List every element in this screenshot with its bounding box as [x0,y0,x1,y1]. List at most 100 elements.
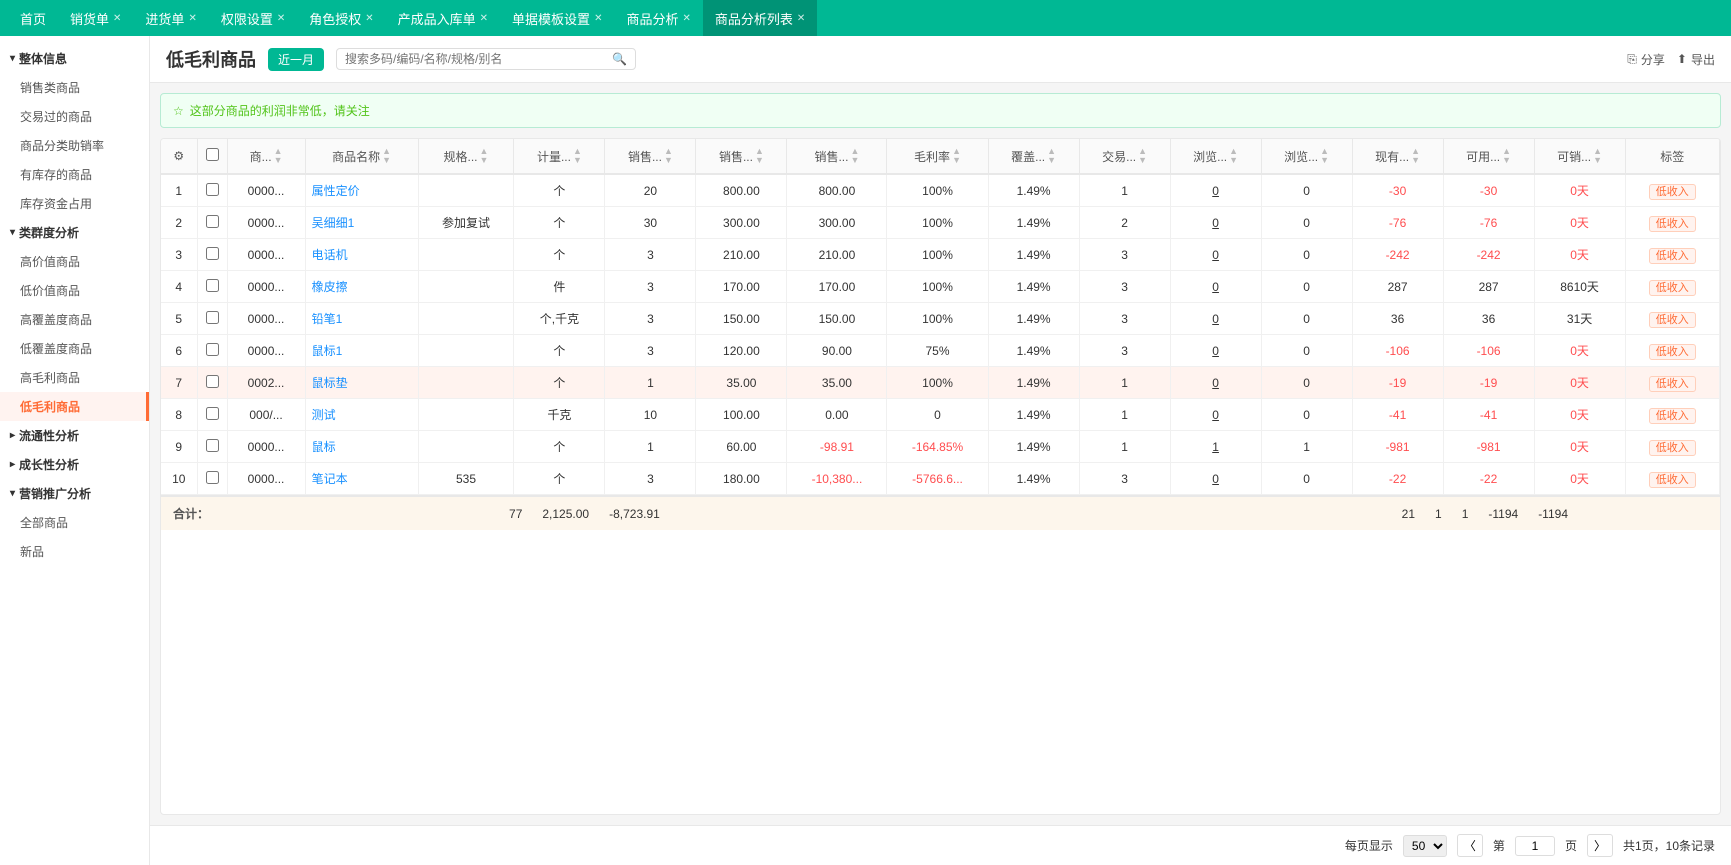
nav-close-purchase[interactable]: ✕ [188,13,196,24]
row-checkbox[interactable] [197,463,227,495]
nav-analysis[interactable]: 商品分析 ✕ [614,0,702,36]
date-filter-button[interactable]: 近一月 [268,48,324,71]
sidebar-item-category-rate[interactable]: 商品分类助销率 [0,131,149,160]
nav-close-analysis-list[interactable]: ✕ [797,13,805,24]
nav-close-analysis[interactable]: ✕ [682,13,690,24]
row-checkbox[interactable] [197,303,227,335]
sidebar-group-growth[interactable]: ▸ 成长性分析 [0,450,149,479]
nav-close-permission[interactable]: ✕ [277,13,285,24]
sidebar-item-high-value[interactable]: 高价值商品 [0,247,149,276]
sidebar-group-overview[interactable]: ▾ 整体信息 [0,44,149,73]
sidebar-item-low-coverage[interactable]: 低覆盖度商品 [0,334,149,363]
sidebar-item-capital[interactable]: 库存资金占用 [0,189,149,218]
sort-icon-name[interactable]: ▲▼ [382,147,391,165]
sort-icon-sale-amount[interactable]: ▲▼ [850,147,859,165]
row-name[interactable]: 笔记本 [305,463,418,495]
sidebar-item-high-margin[interactable]: 高毛利商品 [0,363,149,392]
nav-permission[interactable]: 权限设置 ✕ [209,0,297,36]
row-name[interactable]: 吴细细1 [305,207,418,239]
per-page-select[interactable]: 50 [1403,835,1447,857]
row-name[interactable]: 鼠标1 [305,335,418,367]
settings-icon[interactable]: ⚙ [173,149,184,163]
row-select-checkbox[interactable] [206,343,219,356]
row-checkbox[interactable] [197,335,227,367]
sidebar-group-marketing[interactable]: ▾ 营销推广分析 [0,479,149,508]
search-icon[interactable]: 🔍 [612,52,627,66]
row-select-checkbox[interactable] [206,247,219,260]
select-all-checkbox[interactable] [206,148,219,161]
search-input[interactable] [345,52,612,66]
sidebar-item-sales-goods[interactable]: 销售类商品 [0,73,149,102]
col-settings[interactable]: ⚙ [161,139,197,174]
page-input[interactable] [1515,836,1555,856]
nav-close-role[interactable]: ✕ [365,13,373,24]
row-select-checkbox[interactable] [206,471,219,484]
row-browse1[interactable]: 0 [1170,271,1261,303]
sidebar-item-low-margin[interactable]: 低毛利商品 [0,392,149,421]
row-select-checkbox[interactable] [206,439,219,452]
row-browse1[interactable]: 0 [1170,463,1261,495]
row-browse1[interactable]: 0 [1170,239,1261,271]
sidebar-item-low-value[interactable]: 低价值商品 [0,276,149,305]
prev-page-button[interactable]: 〈 [1457,834,1483,857]
row-browse1[interactable]: 0 [1170,399,1261,431]
row-checkbox[interactable] [197,174,227,207]
nav-sales[interactable]: 销货单 ✕ [58,0,133,36]
sort-icon-browse2[interactable]: ▲▼ [1320,147,1329,165]
nav-product-warehouse[interactable]: 产成品入库单 ✕ [386,0,500,36]
sort-icon-gross-margin[interactable]: ▲▼ [952,147,961,165]
nav-template[interactable]: 单据模板设置 ✕ [500,0,614,36]
share-button[interactable]: ⎘ 分享 [1627,51,1665,68]
row-name[interactable]: 鼠标垫 [305,367,418,399]
sidebar-group-flow[interactable]: ▸ 流通性分析 [0,421,149,450]
sort-icon-unit[interactable]: ▲▼ [573,147,582,165]
sidebar-item-new-goods[interactable]: 新品 [0,537,149,566]
sidebar-item-all-goods[interactable]: 全部商品 [0,508,149,537]
export-button[interactable]: ⬆ 导出 [1677,51,1715,68]
row-browse1[interactable]: 1 [1170,431,1261,463]
nav-role[interactable]: 角色授权 ✕ [297,0,385,36]
nav-home[interactable]: 首页 [8,0,58,36]
sort-icon-sellable[interactable]: ▲▼ [1593,147,1602,165]
row-select-checkbox[interactable] [206,215,219,228]
row-checkbox[interactable] [197,431,227,463]
sidebar-item-in-stock[interactable]: 有库存的商品 [0,160,149,189]
row-browse1[interactable]: 0 [1170,335,1261,367]
nav-analysis-list[interactable]: 商品分析列表 ✕ [703,0,817,36]
sidebar-item-high-coverage[interactable]: 高覆盖度商品 [0,305,149,334]
sort-icon-spec[interactable]: ▲▼ [480,147,489,165]
row-name[interactable]: 鼠标 [305,431,418,463]
sort-icon-sale-qty[interactable]: ▲▼ [664,147,673,165]
row-name[interactable]: 橡皮擦 [305,271,418,303]
row-select-checkbox[interactable] [206,183,219,196]
row-checkbox[interactable] [197,367,227,399]
row-select-checkbox[interactable] [206,311,219,324]
row-checkbox[interactable] [197,399,227,431]
sidebar-item-traded-goods[interactable]: 交易过的商品 [0,102,149,131]
nav-close-template[interactable]: ✕ [594,13,602,24]
row-name[interactable]: 属性定价 [305,174,418,207]
row-browse1[interactable]: 0 [1170,174,1261,207]
row-browse1[interactable]: 0 [1170,367,1261,399]
nav-close-product-warehouse[interactable]: ✕ [480,13,488,24]
row-select-checkbox[interactable] [206,279,219,292]
row-select-checkbox[interactable] [206,407,219,420]
row-name[interactable]: 电话机 [305,239,418,271]
row-checkbox[interactable] [197,239,227,271]
row-name[interactable]: 铅笔1 [305,303,418,335]
sort-icon-browse1[interactable]: ▲▼ [1229,147,1238,165]
row-select-checkbox[interactable] [206,375,219,388]
sort-icon-coverage[interactable]: ▲▼ [1047,147,1056,165]
row-browse1[interactable]: 0 [1170,303,1261,335]
nav-purchase[interactable]: 进货单 ✕ [133,0,208,36]
sidebar-group-cluster[interactable]: ▾ 类群度分析 [0,218,149,247]
row-checkbox[interactable] [197,207,227,239]
nav-close-sales[interactable]: ✕ [113,13,121,24]
next-page-button[interactable]: 〉 [1587,834,1613,857]
sort-icon-sale-price[interactable]: ▲▼ [755,147,764,165]
sort-icon-available[interactable]: ▲▼ [1502,147,1511,165]
sort-icon-current-stock[interactable]: ▲▼ [1411,147,1420,165]
row-name[interactable]: 测试 [305,399,418,431]
row-browse1[interactable]: 0 [1170,207,1261,239]
row-checkbox[interactable] [197,271,227,303]
